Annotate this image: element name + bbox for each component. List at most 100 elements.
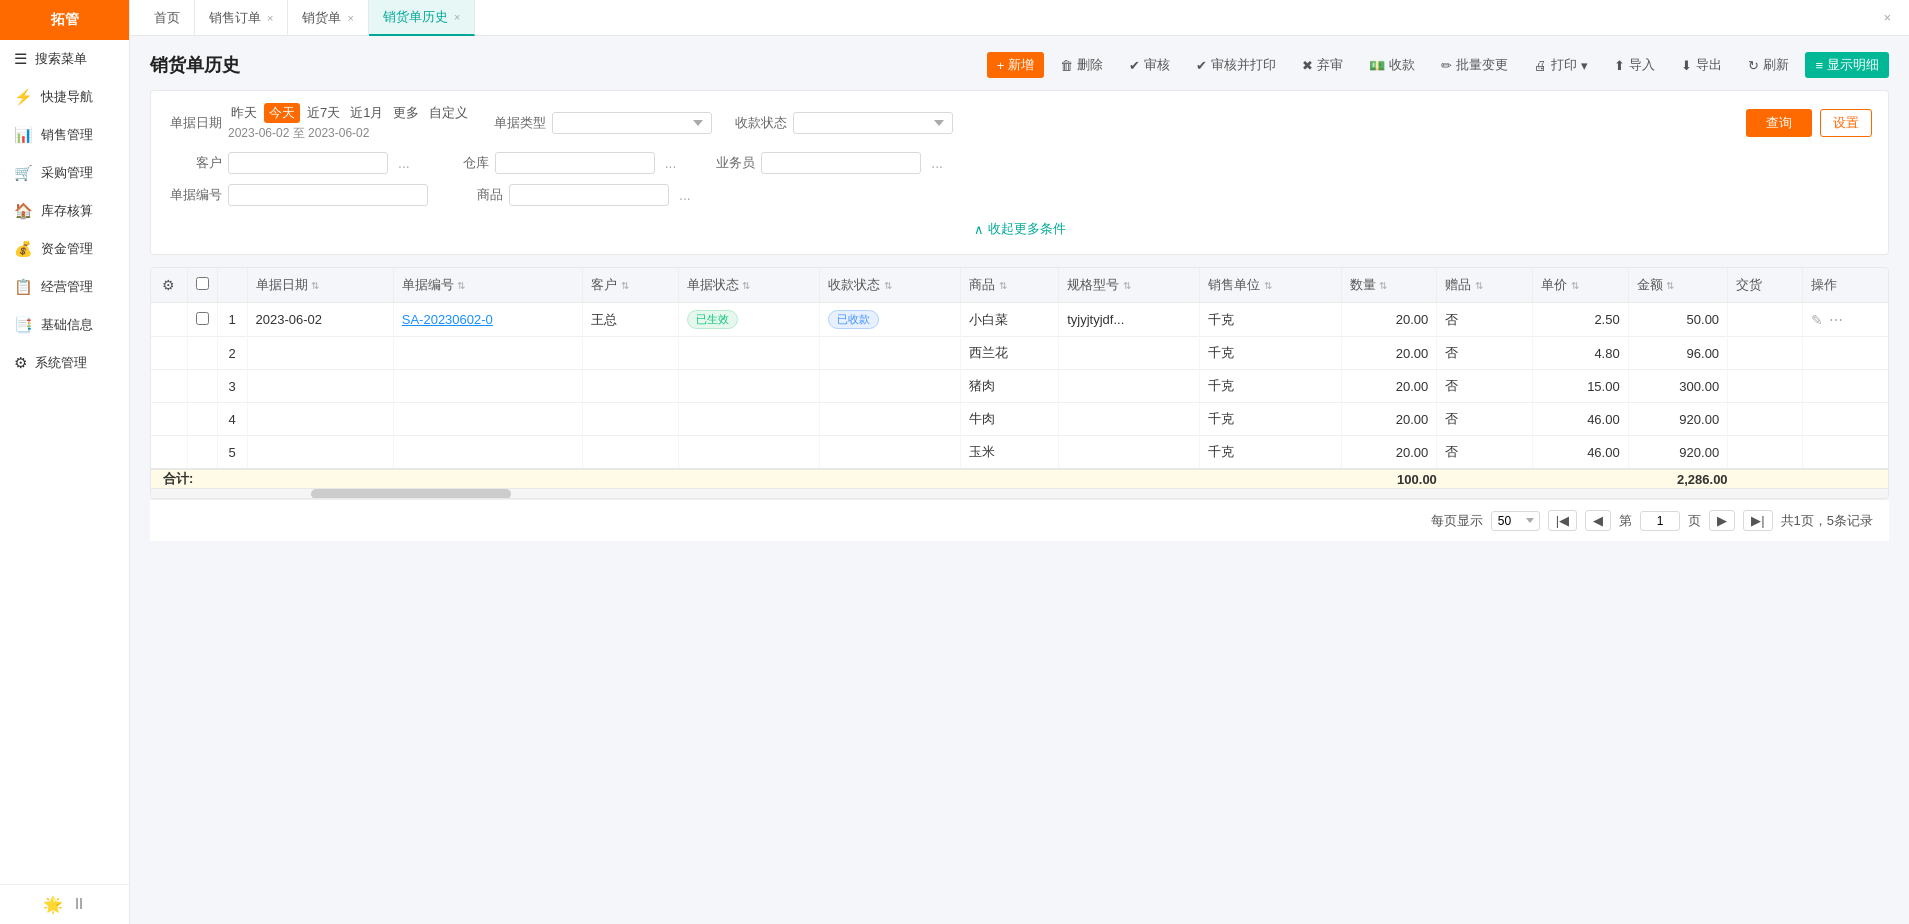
col-goods[interactable]: 商品 ⇅ <box>961 268 1059 303</box>
cell-checkbox[interactable] <box>187 403 217 436</box>
sidebar-item-purchase-mgmt[interactable]: 🛒 采购管理 <box>0 154 129 192</box>
shortcut-1month[interactable]: 近1月 <box>347 103 386 123</box>
warehouse-dots[interactable]: ... <box>661 155 681 171</box>
doc-num-link[interactable]: SA-20230602-0 <box>402 312 493 327</box>
col-qty[interactable]: 数量 ⇅ <box>1341 268 1437 303</box>
table-scrollbar[interactable] <box>151 488 1888 498</box>
table-scrollbar-thumb[interactable] <box>311 489 511 498</box>
cell-checkbox[interactable] <box>187 337 217 370</box>
goods-dots[interactable]: ... <box>675 187 695 203</box>
action-cell: ✎ ⋯ <box>1811 312 1880 328</box>
collapse-btn[interactable]: ∧ 收起更多条件 <box>167 216 1872 242</box>
col-unit[interactable]: 销售单位 ⇅ <box>1200 268 1341 303</box>
row-checkbox[interactable] <box>196 312 209 325</box>
cell-actions <box>1803 436 1888 470</box>
refresh-button[interactable]: ↻ 刷新 <box>1738 52 1799 78</box>
col-spec[interactable]: 规格型号 ⇅ <box>1059 268 1200 303</box>
cell-unit-price: 4.80 <box>1533 337 1629 370</box>
search-menu-icon: ☰ <box>14 50 27 68</box>
sidebar-item-finance-mgmt[interactable]: 💰 资金管理 <box>0 230 129 268</box>
customer-dots[interactable]: ... <box>394 155 414 171</box>
sidebar-item-sales-mgmt[interactable]: 📊 销售管理 <box>0 116 129 154</box>
review-button[interactable]: ✔ 审核 <box>1119 52 1180 78</box>
tab-home[interactable]: 首页 <box>140 0 195 36</box>
page-input[interactable] <box>1640 511 1680 531</box>
sidebar-item-label: 资金管理 <box>41 240 93 258</box>
import-button[interactable]: ⬆ 导入 <box>1604 52 1665 78</box>
col-gift[interactable]: 赠品 ⇅ <box>1437 268 1533 303</box>
new-label: 新增 <box>1008 56 1034 74</box>
col-settings[interactable]: ⚙ <box>151 268 187 303</box>
filter-settings-button[interactable]: 设置 <box>1820 109 1872 137</box>
sidebar-item-search-menu[interactable]: ☰ 搜索菜单 <box>0 40 129 78</box>
batch-change-button[interactable]: ✏ 批量变更 <box>1431 52 1518 78</box>
sidebar-item-label: 销售管理 <box>41 126 93 144</box>
cell-amount: 920.00 <box>1628 436 1727 470</box>
collapse-label: 收起更多条件 <box>988 220 1066 238</box>
export-button[interactable]: ⬇ 导出 <box>1671 52 1732 78</box>
cell-checkbox[interactable] <box>187 370 217 403</box>
page-title: 销货单历史 <box>150 53 987 77</box>
salesperson-dots[interactable]: ... <box>927 155 947 171</box>
query-button[interactable]: 查询 <box>1746 109 1812 137</box>
col-amount[interactable]: 金额 ⇅ <box>1628 268 1727 303</box>
cell-seq: 1 <box>217 303 247 337</box>
table-row: 1 2023-06-02 SA-20230602-0 王总 已生效 已收款 小白… <box>151 303 1888 337</box>
tab-sales-history-close[interactable]: × <box>454 11 460 23</box>
edit-icon[interactable]: ✎ <box>1811 312 1823 328</box>
delete-button[interactable]: 🗑 删除 <box>1050 52 1113 78</box>
sidebar-item-quick-nav[interactable]: ⚡ 快捷导航 <box>0 78 129 116</box>
tab-sales-history-label: 销货单历史 <box>383 8 448 26</box>
new-button[interactable]: + 新增 <box>987 52 1045 78</box>
sidebar-item-ops-mgmt[interactable]: 📋 经营管理 <box>0 268 129 306</box>
per-page-select[interactable]: 50 20 100 <box>1491 511 1540 531</box>
shortcut-more[interactable]: 更多 <box>390 103 422 123</box>
tab-sales-goods-close[interactable]: × <box>347 12 353 24</box>
review-print-button[interactable]: ✔ 审核并打印 <box>1186 52 1286 78</box>
customer-input[interactable] <box>228 152 388 174</box>
tab-sales-order-close[interactable]: × <box>267 12 273 24</box>
sidebar-item-basic-info[interactable]: 📑 基础信息 <box>0 306 129 344</box>
sidebar-bottom: 🌟 ⏸ <box>0 884 129 924</box>
prev-page-btn[interactable]: ◀ <box>1585 510 1611 531</box>
shortcut-today[interactable]: 今天 <box>264 103 300 123</box>
last-page-btn[interactable]: ▶| <box>1743 510 1772 531</box>
doc-type-select[interactable] <box>552 112 712 134</box>
receive-label: 收款 <box>1389 56 1415 74</box>
col-payment-status[interactable]: 收款状态 ⇅ <box>819 268 960 303</box>
warehouse-input[interactable] <box>495 152 655 174</box>
first-page-btn[interactable]: |◀ <box>1548 510 1577 531</box>
sidebar-star-btn[interactable]: 🌟 <box>43 895 63 914</box>
doc-num-input[interactable] <box>228 184 428 206</box>
shortcut-custom[interactable]: 自定义 <box>426 103 471 123</box>
display-detail-button[interactable]: ≡ 显示明细 <box>1805 52 1889 78</box>
salesperson-input[interactable] <box>761 152 921 174</box>
col-checkbox[interactable] <box>187 268 217 303</box>
select-all-checkbox[interactable] <box>196 277 209 290</box>
next-page-btn[interactable]: ▶ <box>1709 510 1735 531</box>
cell-doc-num <box>393 436 582 470</box>
sidebar-pause-btn[interactable]: ⏸ <box>71 895 87 914</box>
tab-sales-order[interactable]: 销售订单 × <box>195 0 288 36</box>
print-button[interactable]: 🖨 打印 ▾ <box>1524 52 1598 78</box>
shortcut-7days[interactable]: 近7天 <box>304 103 343 123</box>
col-doc-num[interactable]: 单据编号 ⇅ <box>393 268 582 303</box>
col-unit-price[interactable]: 单价 ⇅ <box>1533 268 1629 303</box>
more-icon[interactable]: ⋯ <box>1829 312 1843 328</box>
payment-status-select[interactable] <box>793 112 953 134</box>
tab-sales-goods[interactable]: 销货单 × <box>288 0 368 36</box>
goods-input[interactable] <box>509 184 669 206</box>
tab-close-all-btn[interactable]: × <box>1875 6 1899 29</box>
cell-checkbox[interactable] <box>187 436 217 470</box>
col-customer[interactable]: 客户 ⇅ <box>583 268 679 303</box>
sidebar-item-inventory[interactable]: 🏠 库存核算 <box>0 192 129 230</box>
abandon-button[interactable]: ✖ 弃审 <box>1292 52 1353 78</box>
sidebar-item-system-mgmt[interactable]: ⚙ 系统管理 <box>0 344 129 382</box>
filter-doc-num: 单据编号 <box>167 184 428 206</box>
shortcut-yesterday[interactable]: 昨天 <box>228 103 260 123</box>
receive-button[interactable]: 💵 收款 <box>1359 52 1425 78</box>
col-doc-status[interactable]: 单据状态 ⇅ <box>678 268 819 303</box>
cell-checkbox[interactable] <box>187 303 217 337</box>
tab-sales-history[interactable]: 销货单历史 × <box>369 0 475 36</box>
col-date[interactable]: 单据日期 ⇅ <box>247 268 393 303</box>
